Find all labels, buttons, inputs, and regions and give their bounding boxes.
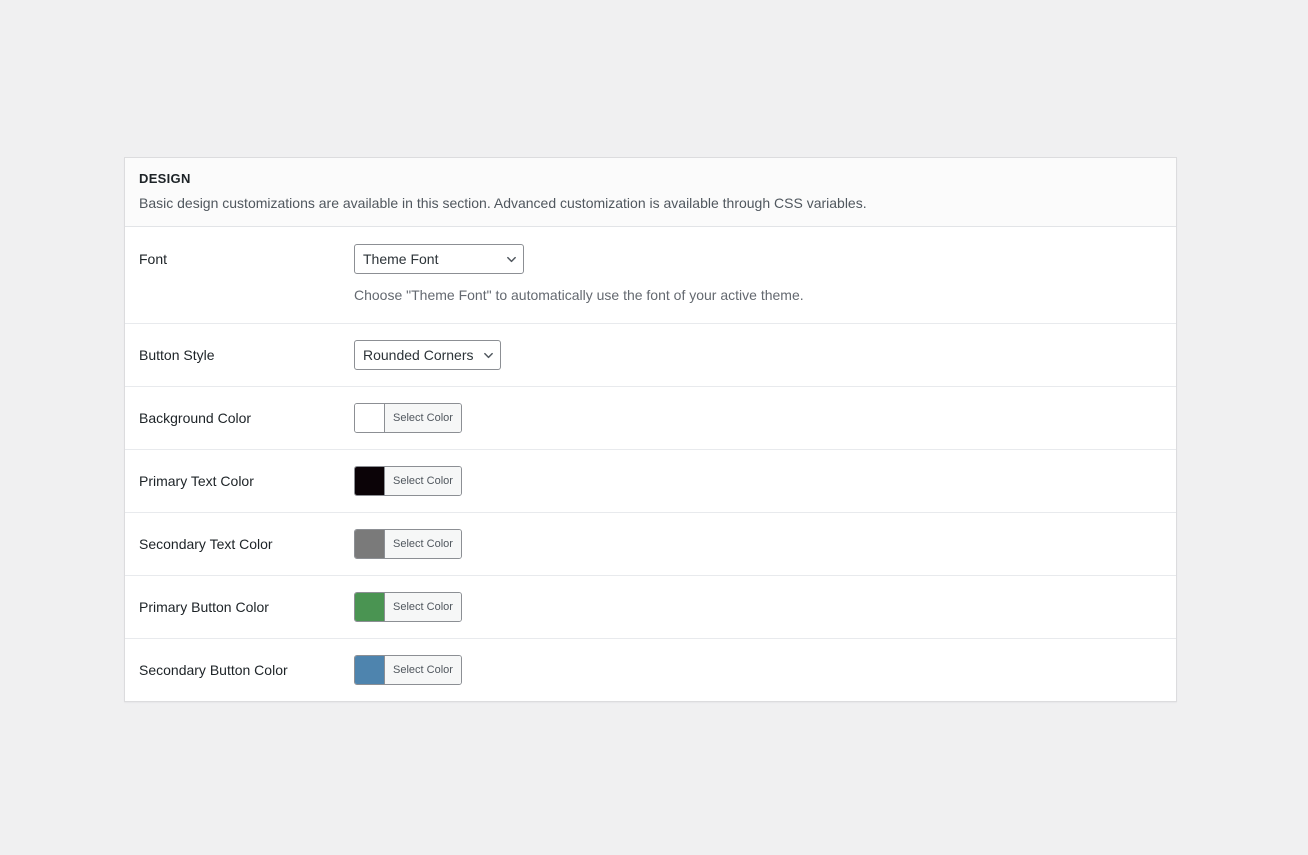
select-color-label: Select Color [385,467,461,495]
secondary-button-color-swatch [355,656,385,684]
primary-text-color-picker-button[interactable]: Select Color [354,466,462,496]
section-title: DESIGN [139,171,191,186]
select-color-label: Select Color [385,404,461,432]
setting-row-secondary-button-color: Secondary Button Color Select Color [125,639,1176,701]
select-color-label: Select Color [385,593,461,621]
design-settings-card: DESIGN Basic design customizations are a… [124,157,1177,702]
primary-text-color-swatch [355,467,385,495]
background-color-label: Background Color [139,410,252,426]
primary-button-color-label: Primary Button Color [139,599,269,615]
background-color-swatch [355,404,385,432]
select-color-label: Select Color [385,530,461,558]
select-color-label: Select Color [385,656,461,684]
font-label: Font [139,251,168,267]
setting-row-font: Font Theme Font Choose "Theme Font" to a… [125,227,1176,324]
secondary-button-color-picker-button[interactable]: Select Color [354,655,462,685]
primary-button-color-swatch [355,593,385,621]
section-description: Basic design customizations are availabl… [139,195,867,211]
button-style-label: Button Style [139,347,215,363]
secondary-text-color-picker-button[interactable]: Select Color [354,529,462,559]
setting-row-primary-button-color: Primary Button Color Select Color [125,576,1176,639]
setting-row-button-style: Button Style Rounded Corners [125,324,1176,387]
font-help-text: Choose "Theme Font" to automatically use… [354,287,804,303]
secondary-text-color-swatch [355,530,385,558]
button-style-select-input[interactable]: Rounded Corners [354,340,501,370]
background-color-picker-button[interactable]: Select Color [354,403,462,433]
settings-page: DESIGN Basic design customizations are a… [0,0,1308,855]
setting-row-secondary-text-color: Secondary Text Color Select Color [125,513,1176,576]
setting-row-background-color: Background Color Select Color [125,387,1176,450]
font-select-input[interactable]: Theme Font [354,244,524,274]
primary-text-color-label: Primary Text Color [139,473,254,489]
secondary-button-color-label: Secondary Button Color [139,662,288,678]
design-section-header: DESIGN Basic design customizations are a… [125,158,1176,227]
setting-row-primary-text-color: Primary Text Color Select Color [125,450,1176,513]
font-select[interactable]: Theme Font [354,244,524,274]
primary-button-color-picker-button[interactable]: Select Color [354,592,462,622]
button-style-select[interactable]: Rounded Corners [354,340,501,370]
secondary-text-color-label: Secondary Text Color [139,536,273,552]
